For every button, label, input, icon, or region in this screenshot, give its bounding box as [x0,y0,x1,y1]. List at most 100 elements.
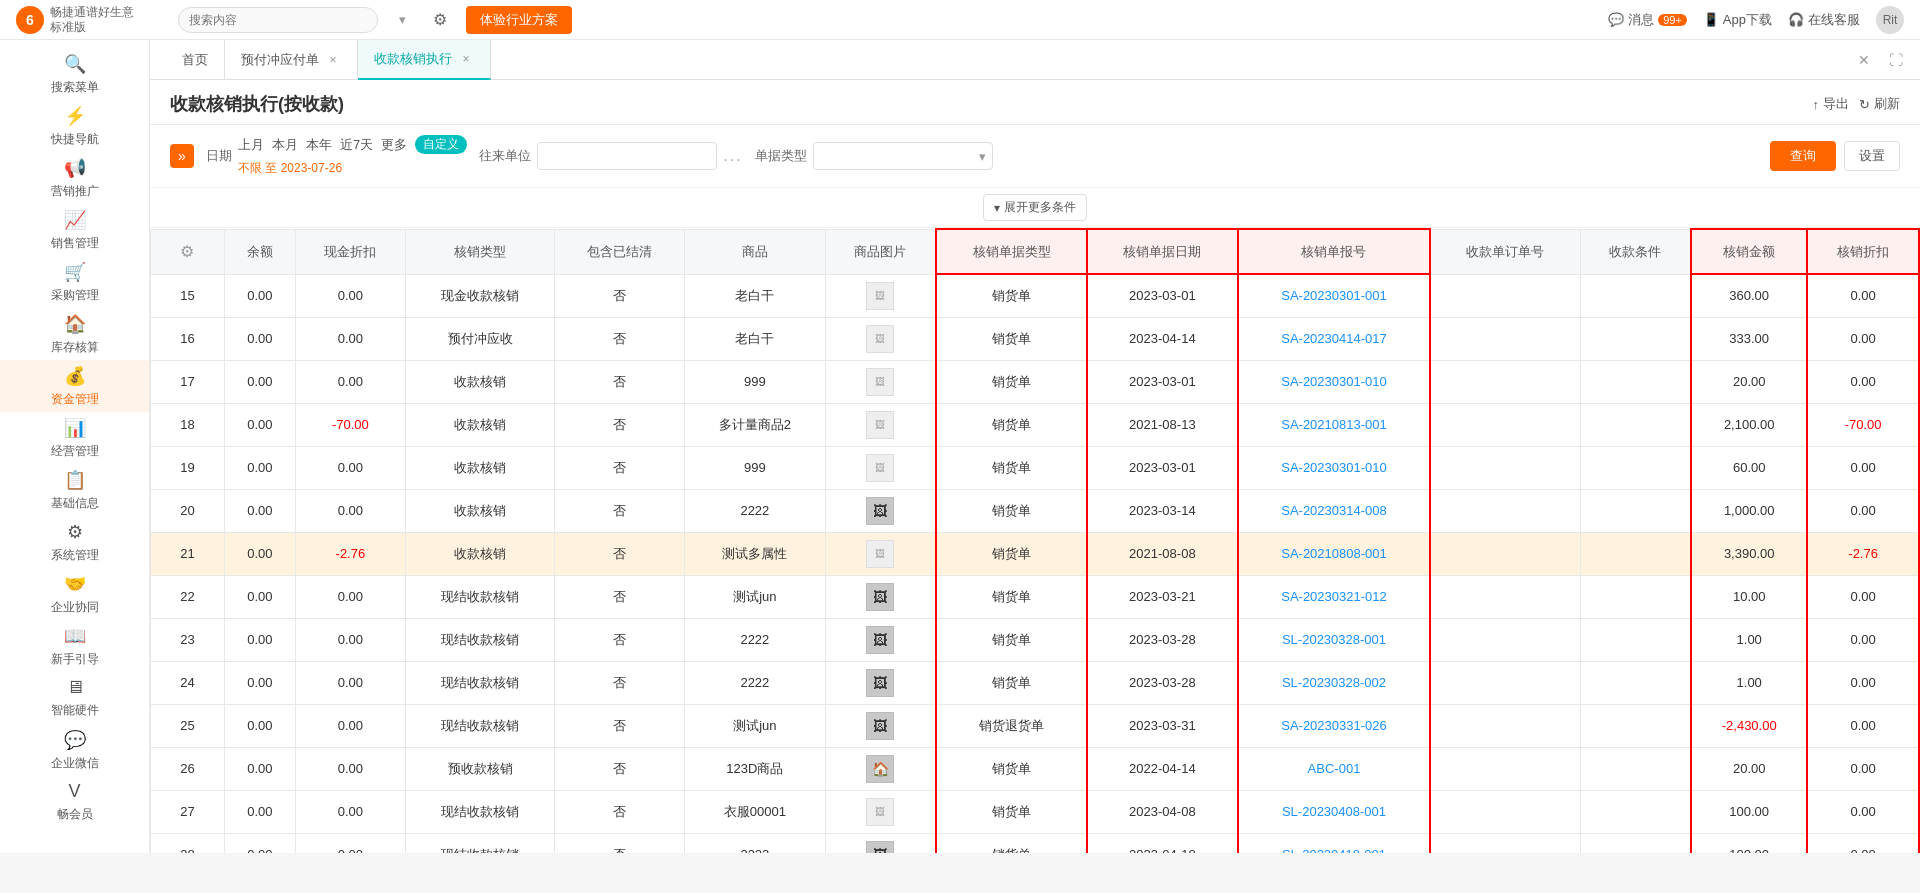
row-xianjin: 0.00 [295,747,405,790]
user-area[interactable]: Rit [1876,6,1904,34]
content-area: 首页预付冲应付单×收款核销执行× ✕ ⛶ 收款核销执行(按收款) ↑ 导出 ↻ … [150,40,1920,853]
tab-close-icon[interactable]: × [458,51,474,67]
table-row: 26 0.00 0.00 预收款核销 否 123D商品 🏠 销货单 2022-0… [151,747,1920,790]
sidebar-item-采购管理[interactable]: 🛒采购管理 [0,256,149,308]
sidebar-label: 企业微信 [51,755,99,772]
row-hexiao-amount: 360.00 [1691,274,1807,317]
row-hexiao-dan-no: SA-20210808-001 [1238,532,1430,575]
sidebar-item-搜索菜单[interactable]: 🔍搜索菜单 [0,48,149,100]
row-hexiao-amount: 10.00 [1691,575,1807,618]
row-yue: 0.00 [224,274,295,317]
row-hexiao-dan-type: 销货退货单 [936,704,1087,747]
product-image: 🖼 [866,497,894,525]
date-this-year[interactable]: 本年 [306,136,332,154]
date-last-month[interactable]: 上月 [238,136,264,154]
row-yue: 0.00 [224,747,295,790]
hexiao-dan-no-link[interactable]: SA-20230301-010 [1281,374,1387,389]
sidebar-item-新手引导[interactable]: 📖新手引导 [0,620,149,672]
hexiao-dan-no-link[interactable]: SA-20210813-001 [1281,417,1387,432]
date-custom-btn[interactable]: 自定义 [415,135,467,154]
row-shoukuan-order [1430,790,1580,833]
col-shangpin-header: 商品 [685,229,826,274]
hexiao-dan-no-link[interactable]: SA-20230314-008 [1281,503,1387,518]
customer-input[interactable] [537,142,717,170]
sidebar-item-营销推广[interactable]: 📢营销推广 [0,152,149,204]
filter-expand-button[interactable]: » [170,144,194,168]
row-hexiao-type: 收款核销 [405,360,554,403]
message-nav[interactable]: 💬 消息 99+ [1608,11,1687,29]
settings-button[interactable]: 设置 [1844,141,1900,171]
sidebar-label: 库存核算 [51,339,99,356]
row-hexiao-dan-date: 2022-04-14 [1087,747,1238,790]
expand-conditions-button[interactable]: ▾ 展开更多条件 [983,194,1087,221]
date-more[interactable]: 更多 [381,136,407,154]
hexiao-dan-no-link[interactable]: SL-20230328-002 [1282,675,1386,690]
app-download-nav[interactable]: 📱 App下载 [1703,11,1772,29]
date-this-month[interactable]: 本月 [272,136,298,154]
top-search-input[interactable] [178,7,378,33]
hexiao-dan-no-link[interactable]: ABC-001 [1308,761,1361,776]
tab-预付冲应付单[interactable]: 预付冲应付单× [225,40,358,80]
sidebar-item-库存核算[interactable]: 🏠库存核算 [0,308,149,360]
row-xianjin: 0.00 [295,661,405,704]
sidebar-item-企业微信[interactable]: 💬企业微信 [0,724,149,776]
app-icon: 📱 [1703,12,1719,27]
hexiao-dan-no-link[interactable]: SA-20230301-001 [1281,288,1387,303]
hexiao-dan-no-link[interactable]: SL-20230328-001 [1282,632,1386,647]
message-icon: 💬 [1608,12,1624,27]
hexiao-dan-no-link[interactable]: SL-20230408-001 [1282,804,1386,819]
maximize-icon[interactable]: ⛶ [1884,48,1908,72]
tab-收款核销执行[interactable]: 收款核销执行× [358,40,491,80]
customer-more-icon[interactable]: ... [723,147,742,165]
filter-bar: » 日期 上月 本月 本年 近7天 更多 自定义 不限 至 2023-07-26 [150,125,1920,188]
hexiao-dan-no-link[interactable]: SA-20230321-012 [1281,589,1387,604]
sidebar-item-企业协同[interactable]: 🤝企业协同 [0,568,149,620]
row-id: 24 [151,661,225,704]
sidebar-label: 智能硬件 [51,702,99,719]
refresh-button[interactable]: ↻ 刷新 [1859,95,1900,113]
column-settings-icon[interactable]: ⚙ [173,238,201,266]
product-image: 🏠 [866,755,894,783]
sidebar-item-快捷导航[interactable]: ⚡快捷导航 [0,100,149,152]
row-hexiao-type: 预收款核销 [405,747,554,790]
row-hexiao-dan-no: SL-20230418-001 [1238,833,1430,853]
service-nav[interactable]: 🎧 在线客服 [1788,11,1860,29]
solution-button[interactable]: 体验行业方案 [466,6,572,34]
settings-icon[interactable]: ⚙ [426,6,454,34]
query-button[interactable]: 查询 [1770,141,1836,171]
tab-首页[interactable]: 首页 [166,40,225,80]
col-settings-header[interactable]: ⚙ [151,229,225,274]
row-hexiao-dan-no: SL-20230328-001 [1238,618,1430,661]
row-hexiao-type: 收款核销 [405,532,554,575]
sidebar-item-畅会员[interactable]: V畅会员 [0,776,149,828]
row-hexiao-discount: 0.00 [1807,618,1919,661]
sidebar-item-系统管理[interactable]: ⚙系统管理 [0,516,149,568]
sidebar-item-资金管理[interactable]: 💰资金管理 [0,360,149,412]
sidebar-item-基础信息[interactable]: 📋基础信息 [0,464,149,516]
hexiao-dan-no-link[interactable]: SL-20230418-001 [1282,847,1386,853]
hexiao-dan-no-link[interactable]: SA-20230301-010 [1281,460,1387,475]
sidebar-item-销售管理[interactable]: 📈销售管理 [0,204,149,256]
row-shangpin: 2222 [685,661,826,704]
row-shoukuan-order [1430,489,1580,532]
avatar: Rit [1876,6,1904,34]
row-shoukuan-cond [1580,360,1691,403]
hexiao-dan-no-link[interactable]: SA-20230331-026 [1281,718,1387,733]
hexiao-dan-no-link[interactable]: SA-20210808-001 [1281,546,1387,561]
search-dropdown-icon[interactable]: ▾ [390,8,414,32]
row-hexiao-type: 现结收款核销 [405,575,554,618]
row-hexiao-discount: 0.00 [1807,489,1919,532]
date-7days[interactable]: 近7天 [340,136,373,154]
row-hexiao-amount: 100.00 [1691,833,1807,853]
row-shangpin: 老白干 [685,274,826,317]
hexiao-dan-no-link[interactable]: SA-20230414-017 [1281,331,1387,346]
close-window-icon[interactable]: ✕ [1852,48,1876,72]
tab-close-icon[interactable]: × [325,52,341,68]
sidebar-item-经营管理[interactable]: 📊经营管理 [0,412,149,464]
sidebar-item-智能硬件[interactable]: 🖥智能硬件 [0,672,149,724]
bill-type-select[interactable] [813,142,993,170]
export-button[interactable]: ↑ 导出 [1813,95,1850,113]
table-row: 16 0.00 0.00 预付冲应收 否 老白干 🖼 销货单 2023-04-1… [151,317,1920,360]
table-row: 20 0.00 0.00 收款核销 否 2222 🖼 销货单 2023-03-1… [151,489,1920,532]
sidebar-icon: 🔍 [64,53,86,75]
